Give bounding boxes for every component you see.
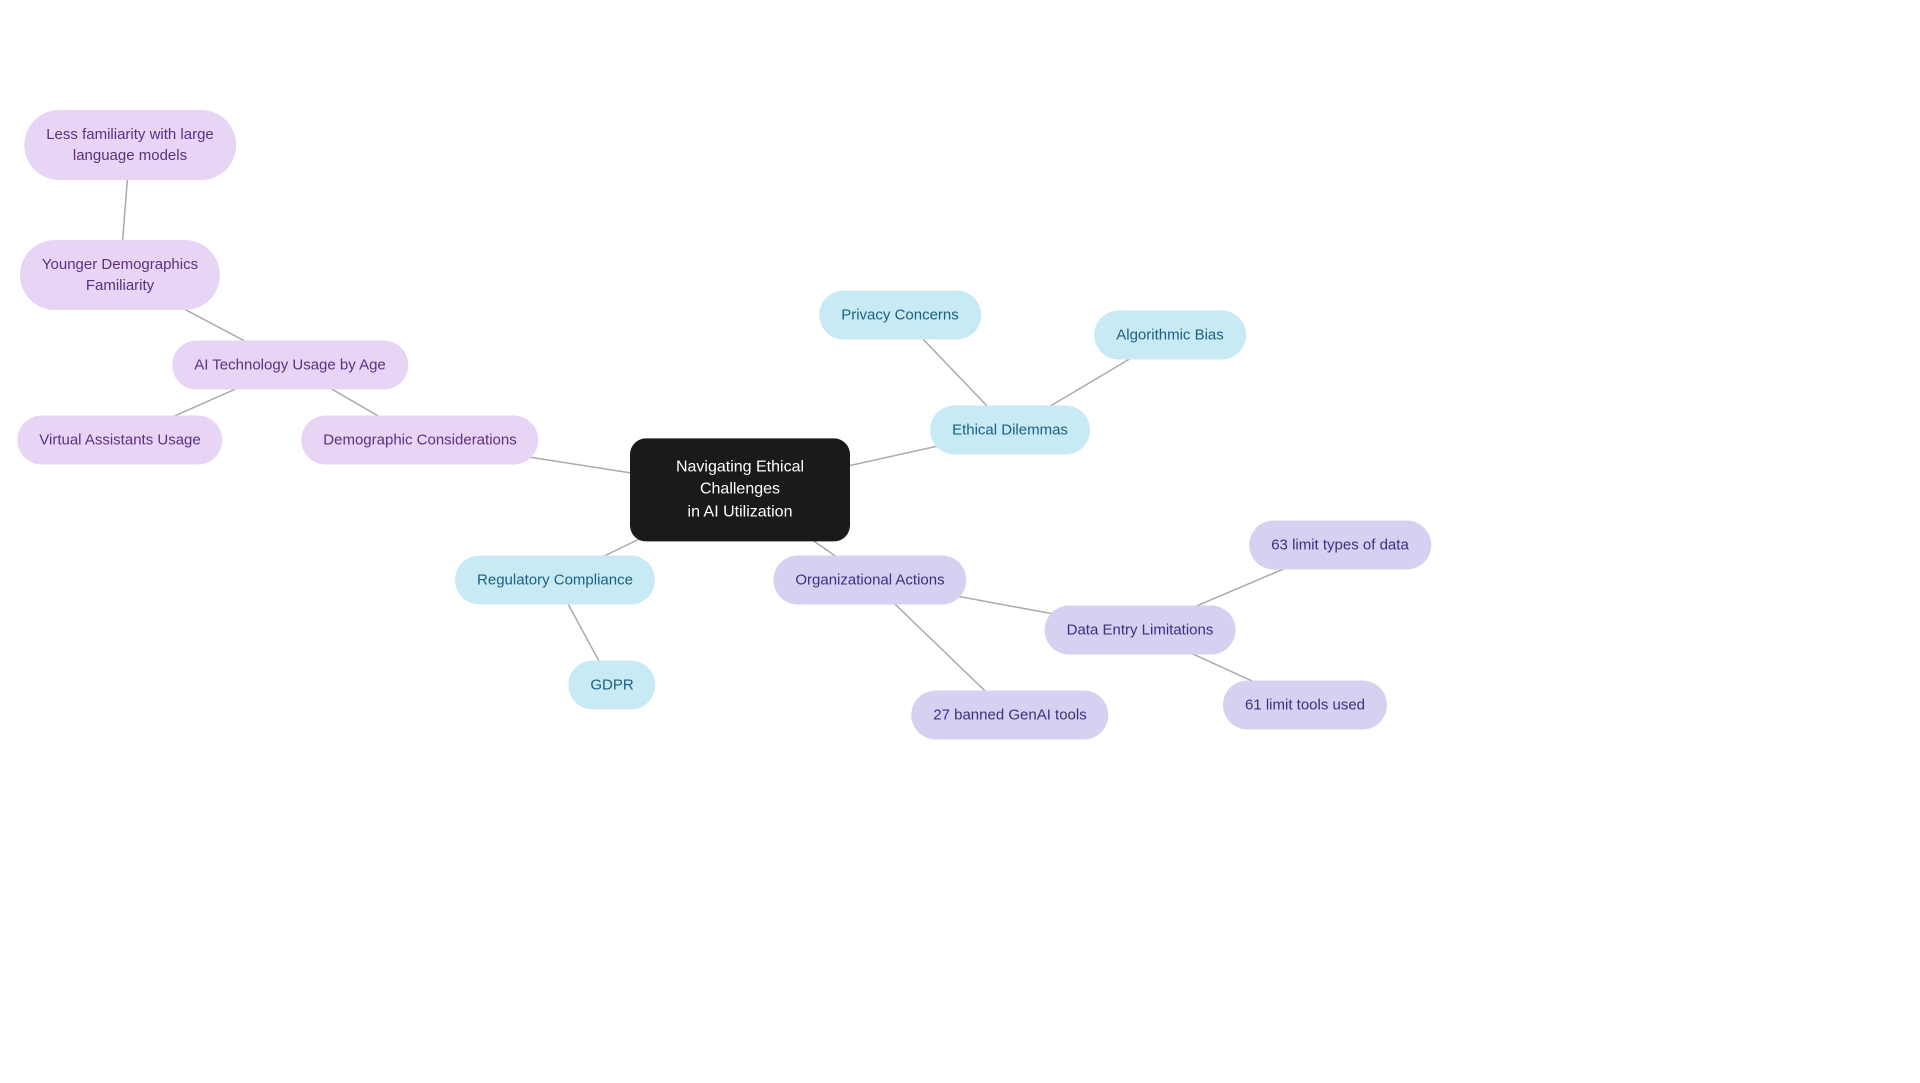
node-ethical_dilemmas[interactable]: Ethical Dilemmas [930, 406, 1090, 455]
node-center[interactable]: Navigating Ethical Challenges in AI Util… [630, 438, 850, 541]
node-ai_technology_usage[interactable]: AI Technology Usage by Age [172, 341, 408, 390]
node-label-privacy_concerns: Privacy Concerns [841, 305, 959, 326]
node-organizational_actions[interactable]: Organizational Actions [773, 556, 966, 605]
node-label-younger_demographics: Younger Demographics Familiarity [42, 254, 198, 296]
connections-svg [0, 0, 1920, 1083]
mind-map-canvas: Navigating Ethical Challenges in AI Util… [0, 0, 1920, 1083]
node-label-data_entry_limitations: Data Entry Limitations [1067, 620, 1214, 641]
node-label-less_familiarity: Less familiarity with large language mod… [46, 124, 214, 166]
node-limit_tools_used[interactable]: 61 limit tools used [1223, 681, 1387, 730]
node-label-virtual_assistants: Virtual Assistants Usage [39, 430, 200, 451]
node-less_familiarity[interactable]: Less familiarity with large language mod… [24, 110, 236, 180]
node-privacy_concerns[interactable]: Privacy Concerns [819, 291, 981, 340]
node-virtual_assistants[interactable]: Virtual Assistants Usage [17, 416, 222, 465]
node-label-center: Navigating Ethical Challenges in AI Util… [654, 456, 826, 523]
node-label-banned_genai: 27 banned GenAI tools [933, 705, 1086, 726]
node-label-gdpr: GDPR [590, 675, 633, 696]
node-demographic_considerations[interactable]: Demographic Considerations [301, 416, 538, 465]
node-label-limit_tools_used: 61 limit tools used [1245, 695, 1365, 716]
node-data_entry_limitations[interactable]: Data Entry Limitations [1045, 606, 1236, 655]
node-label-limit_types_data: 63 limit types of data [1271, 535, 1409, 556]
node-banned_genai[interactable]: 27 banned GenAI tools [911, 691, 1108, 740]
node-algorithmic_bias[interactable]: Algorithmic Bias [1094, 311, 1246, 360]
node-label-ai_technology_usage: AI Technology Usage by Age [194, 355, 386, 376]
node-limit_types_data[interactable]: 63 limit types of data [1249, 521, 1431, 570]
node-label-algorithmic_bias: Algorithmic Bias [1116, 325, 1224, 346]
node-label-regulatory_compliance: Regulatory Compliance [477, 570, 633, 591]
node-label-organizational_actions: Organizational Actions [795, 570, 944, 591]
node-younger_demographics[interactable]: Younger Demographics Familiarity [20, 240, 220, 310]
node-label-demographic_considerations: Demographic Considerations [323, 430, 516, 451]
node-regulatory_compliance[interactable]: Regulatory Compliance [455, 556, 655, 605]
node-gdpr[interactable]: GDPR [568, 661, 655, 710]
node-label-ethical_dilemmas: Ethical Dilemmas [952, 420, 1068, 441]
